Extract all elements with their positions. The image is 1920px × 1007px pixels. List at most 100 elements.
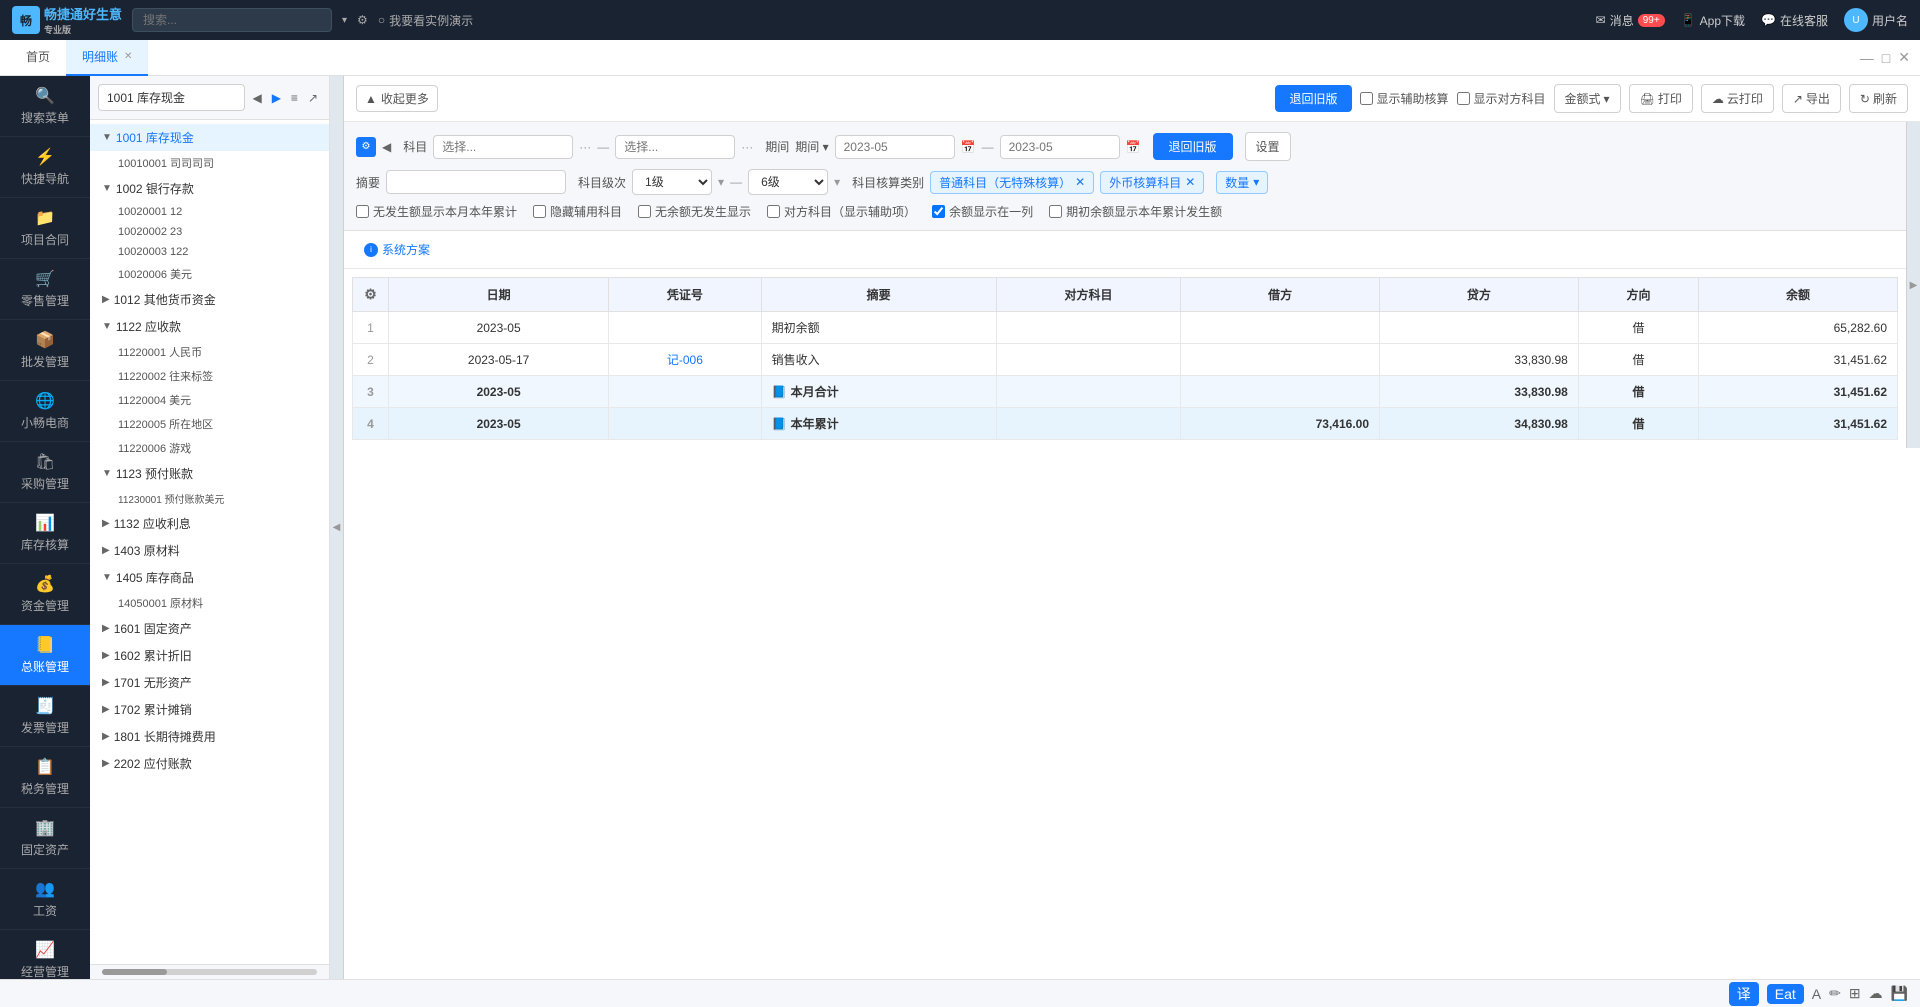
checkbox-hide-aid[interactable]: 隐藏辅用科目 bbox=[533, 203, 622, 220]
tree-item-10020002[interactable]: 10020002 23 bbox=[90, 222, 329, 242]
collapse-more-button[interactable]: ▲ 收起更多 bbox=[356, 85, 438, 112]
tag-normal[interactable]: 普通科目（无特殊核算） ✕ bbox=[930, 171, 1094, 194]
tree-item-1122[interactable]: ▼ 1122 应收款 bbox=[90, 313, 329, 340]
level-to-select[interactable]: 6级5级 bbox=[748, 169, 828, 195]
tab-maximize-icon[interactable]: □ bbox=[1882, 50, 1890, 66]
tree-item-1801[interactable]: ▶ 1801 长期待摊费用 bbox=[90, 723, 329, 750]
app-download-button[interactable]: 📱 App下载 bbox=[1681, 12, 1745, 29]
tab-close-icon[interactable]: ✕ bbox=[1898, 49, 1910, 66]
tree-item-11220001[interactable]: 11220001 人民币 bbox=[90, 340, 329, 364]
scheme-button[interactable]: i 系统方案 bbox=[356, 237, 438, 262]
checkbox-no-occur[interactable]: 无发生额显示本月本年累计 bbox=[356, 203, 517, 220]
tree-item-1701[interactable]: ▶ 1701 无形资产 bbox=[90, 669, 329, 696]
show-aux-checkbox[interactable]: 显示辅助核算 bbox=[1360, 90, 1449, 107]
tree-item-10020003[interactable]: 10020003 122 bbox=[90, 242, 329, 262]
period-from-input[interactable] bbox=[835, 135, 955, 159]
calendar-from-icon[interactable]: 📅 bbox=[961, 140, 976, 154]
demo-link[interactable]: ○ 我要看实例演示 bbox=[378, 12, 473, 29]
collapse-tree-icon[interactable]: ↗ bbox=[305, 88, 321, 108]
tree-item-11230001[interactable]: 11230001 预付账款美元 bbox=[90, 487, 329, 510]
sidebar-item-retail[interactable]: 🛒 零售管理 bbox=[0, 259, 90, 320]
sidebar-item-ecommerce[interactable]: 🌐 小畅电商 bbox=[0, 381, 90, 442]
checkbox-one-col[interactable]: 余额显示在一列 bbox=[932, 203, 1033, 220]
amount-format-button[interactable]: 金额式 ▾ bbox=[1554, 84, 1621, 113]
tag-quantity[interactable]: 数量 ▾ bbox=[1216, 171, 1268, 194]
search-button[interactable]: 退回旧版 bbox=[1153, 133, 1233, 160]
sidebar-item-finance[interactable]: 💰 资金管理 bbox=[0, 564, 90, 625]
tree-item-10020006[interactable]: 10020006 美元 bbox=[90, 262, 329, 286]
sidebar-item-quicknav[interactable]: ⚡ 快捷导航 bbox=[0, 137, 90, 198]
refresh-button[interactable]: ↻ 刷新 bbox=[1849, 84, 1908, 113]
tree-item-1012[interactable]: ▶ 1012 其他货币资金 bbox=[90, 286, 329, 313]
tag-foreign[interactable]: 外币核算科目 ✕ bbox=[1100, 171, 1204, 194]
cloud-print-button[interactable]: ☁ 云打印 bbox=[1701, 84, 1774, 113]
settings-button[interactable]: 设置 bbox=[1245, 132, 1291, 161]
tree-item-1602[interactable]: ▶ 1602 累计折旧 bbox=[90, 642, 329, 669]
calendar-to-icon[interactable]: 📅 bbox=[1126, 140, 1141, 154]
tab-minimize-icon[interactable]: — bbox=[1860, 50, 1874, 66]
query-settings-icon[interactable]: ⚙ bbox=[356, 137, 376, 157]
tree-item-1001[interactable]: ▼ 1001 库存现金 bbox=[90, 124, 329, 151]
tree-item-11220006[interactable]: 11220006 游戏 bbox=[90, 436, 329, 460]
sidebar-item-ledger[interactable]: 📒 总账管理 bbox=[0, 625, 90, 686]
subject-input[interactable] bbox=[433, 135, 573, 159]
message-button[interactable]: ✉ 消息 99+ bbox=[1596, 12, 1665, 29]
tree-item-1132[interactable]: ▶ 1132 应收利息 bbox=[90, 510, 329, 537]
tree-item-1702[interactable]: ▶ 1702 累计摊销 bbox=[90, 696, 329, 723]
sidebar-item-purchase[interactable]: 🛍 采购管理 bbox=[0, 442, 90, 503]
period-type-dropdown[interactable]: 期间 ▾ bbox=[795, 138, 828, 155]
tree-item-1002[interactable]: ▼ 1002 银行存款 bbox=[90, 175, 329, 202]
checkbox-no-balance[interactable]: 无余额无发生显示 bbox=[638, 203, 751, 220]
expand-right-panel-button[interactable]: ▶ bbox=[1906, 122, 1920, 448]
eat-button[interactable]: Eat bbox=[1767, 984, 1804, 1004]
tree-item-11220002[interactable]: 11220002 往来标签 bbox=[90, 364, 329, 388]
tree-item-11220004[interactable]: 11220004 美元 bbox=[90, 388, 329, 412]
tag-normal-close-icon[interactable]: ✕ bbox=[1075, 175, 1085, 189]
tree-item-2202[interactable]: ▶ 2202 应付账款 bbox=[90, 750, 329, 777]
tree-item-10010001[interactable]: 10010001 司司司司 bbox=[90, 151, 329, 175]
grid-icon[interactable]: ⊞ bbox=[1849, 985, 1861, 1002]
sidebar-item-invoice[interactable]: 🧾 发票管理 bbox=[0, 686, 90, 747]
checkbox-show-ytd[interactable]: 期初余额显示本年累计发生额 bbox=[1049, 203, 1222, 220]
search-dropdown-icon[interactable]: ▾ bbox=[342, 15, 347, 26]
tree-item-14050001[interactable]: 14050001 原材料 bbox=[90, 591, 329, 615]
level-from-select[interactable]: 1级2级3级 bbox=[632, 169, 712, 195]
expand-tree-icon[interactable]: ≡ bbox=[288, 88, 301, 108]
subject-end-input[interactable] bbox=[615, 135, 735, 159]
collapse-query-btn[interactable]: ◀ bbox=[382, 140, 391, 154]
edit-icon[interactable]: ✏ bbox=[1829, 985, 1841, 1002]
export-button[interactable]: ↗ 导出 bbox=[1782, 84, 1841, 113]
translate-icon[interactable]: 译 bbox=[1729, 982, 1759, 1006]
settings-icon[interactable]: ⚙ bbox=[357, 13, 368, 27]
sidebar-item-operations[interactable]: 📈 经营管理 bbox=[0, 930, 90, 979]
back-to-old-button[interactable]: 退回旧版 bbox=[1275, 85, 1351, 112]
period-to-input[interactable] bbox=[1000, 135, 1120, 159]
tree-item-1403[interactable]: ▶ 1403 原材料 bbox=[90, 537, 329, 564]
save-icon[interactable]: 💾 bbox=[1891, 985, 1908, 1002]
show-counter-checkbox[interactable]: 显示对方科目 bbox=[1457, 90, 1546, 107]
tree-item-1123[interactable]: ▼ 1123 预付账款 bbox=[90, 460, 329, 487]
user-menu[interactable]: U 用户名 bbox=[1844, 8, 1908, 32]
voucher-link-2[interactable]: 记-006 bbox=[667, 353, 703, 367]
summary-input[interactable] bbox=[386, 170, 566, 194]
sidebar-item-search[interactable]: 🔍 搜索菜单 bbox=[0, 76, 90, 137]
tree-item-11220005[interactable]: 11220005 所在地区 bbox=[90, 412, 329, 436]
prev-account-button[interactable]: ◀ bbox=[249, 88, 264, 108]
online-service-button[interactable]: 💬 在线客服 bbox=[1761, 12, 1828, 29]
sidebar-item-assets[interactable]: 🏢 固定资产 bbox=[0, 808, 90, 869]
next-account-button[interactable]: ▶ bbox=[269, 88, 284, 108]
tab-close-detail[interactable]: ✕ bbox=[124, 51, 132, 62]
sidebar-item-project[interactable]: 📁 项目合同 bbox=[0, 198, 90, 259]
sidebar-item-inventory[interactable]: 📊 库存核算 bbox=[0, 503, 90, 564]
tag-foreign-close-icon[interactable]: ✕ bbox=[1185, 175, 1195, 189]
sidebar-item-tax[interactable]: 📋 税务管理 bbox=[0, 747, 90, 808]
tab-home[interactable]: 首页 bbox=[10, 40, 66, 76]
sidebar-item-wholesale[interactable]: 📦 批发管理 bbox=[0, 320, 90, 381]
table-settings-icon[interactable]: ⚙ bbox=[364, 286, 377, 302]
collapse-left-panel-button[interactable]: ◀ bbox=[330, 76, 344, 979]
tab-detail[interactable]: 明细账 ✕ bbox=[66, 40, 148, 76]
tree-item-1601[interactable]: ▶ 1601 固定资产 bbox=[90, 615, 329, 642]
print-button[interactable]: 🖨 打印 bbox=[1629, 84, 1693, 113]
tree-item-1405[interactable]: ▼ 1405 库存商品 bbox=[90, 564, 329, 591]
cloud-sync-icon[interactable]: ☁ bbox=[1869, 985, 1883, 1002]
